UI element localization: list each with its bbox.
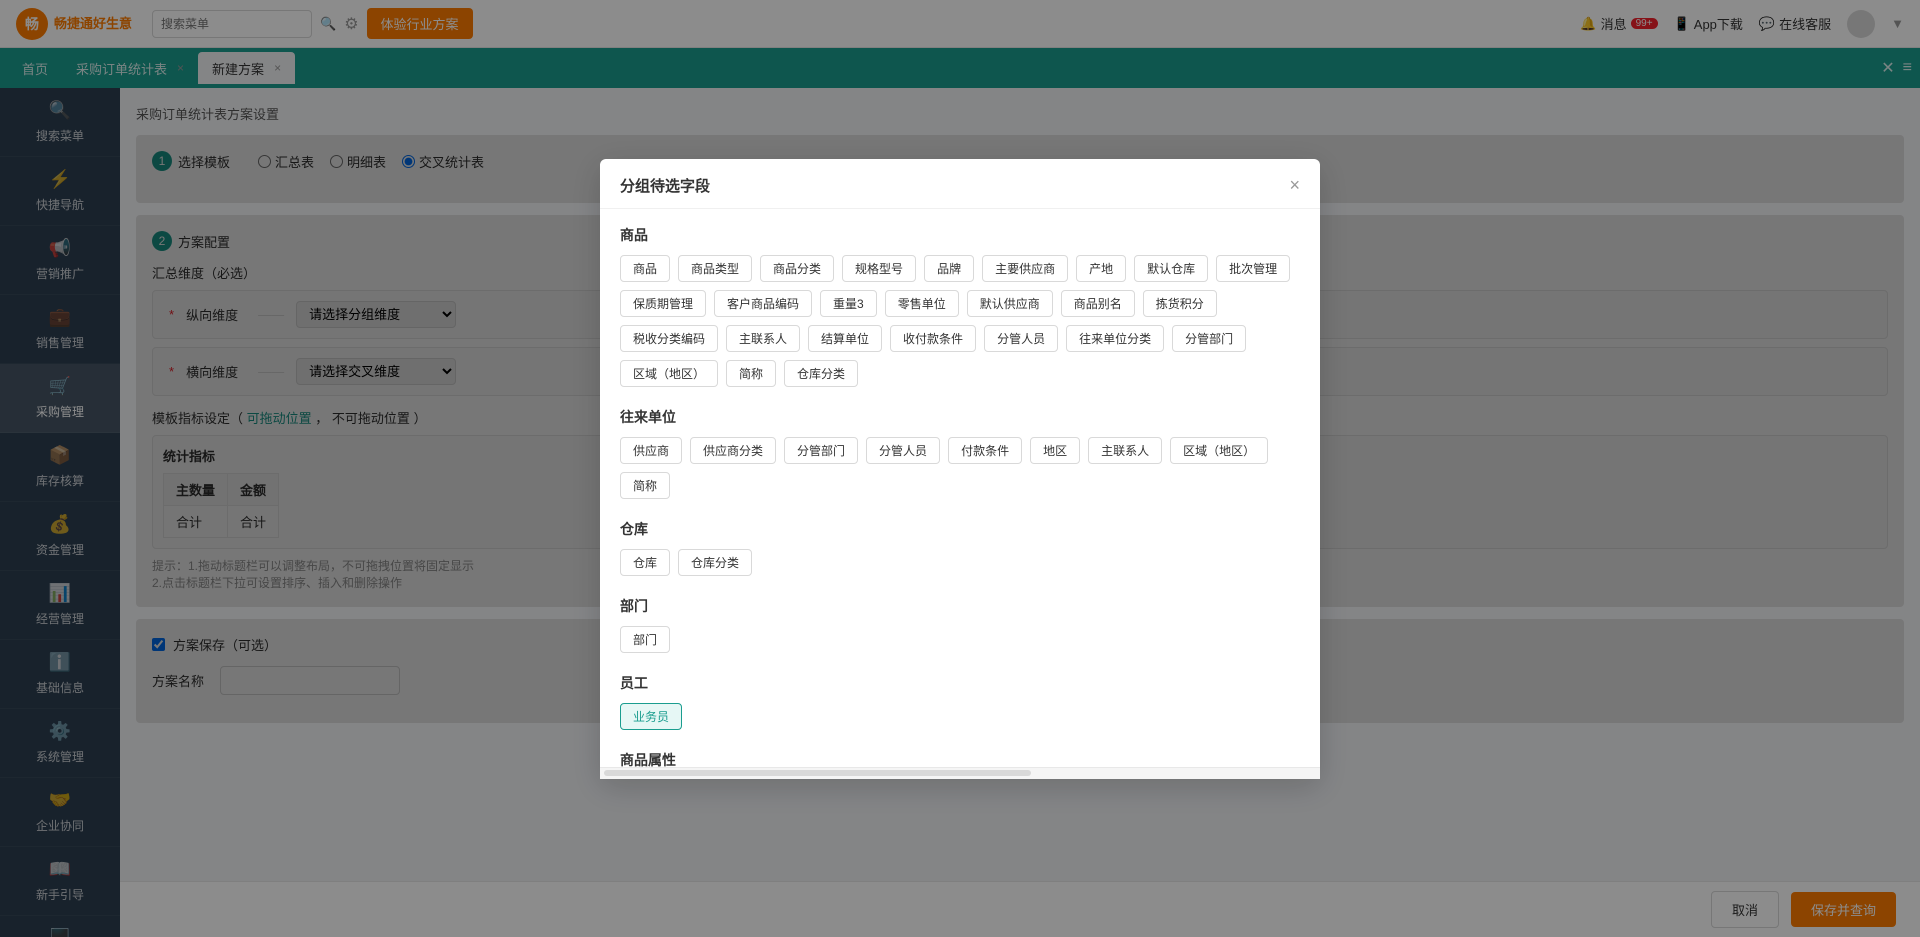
section-title-warehouse: 仓库 <box>620 519 1300 539</box>
field-tag[interactable]: 仓库分类 <box>784 360 858 387</box>
field-tags-warehouse: 仓库仓库分类 <box>620 549 1300 576</box>
field-tag[interactable]: 商品分类 <box>760 255 834 282</box>
field-tag[interactable]: 重量3 <box>820 290 877 317</box>
field-tag[interactable]: 往来单位分类 <box>1066 325 1164 352</box>
field-tag[interactable]: 税收分类编码 <box>620 325 718 352</box>
field-tag[interactable]: 区域（地区） <box>620 360 718 387</box>
section-title-partner: 往来单位 <box>620 407 1300 427</box>
dialog-body[interactable]: 商品商品商品类型商品分类规格型号品牌主要供应商产地默认仓库批次管理保质期管理客户… <box>600 209 1320 767</box>
field-tag[interactable]: 分管部门 <box>1172 325 1246 352</box>
field-tag[interactable]: 商品别名 <box>1061 290 1135 317</box>
field-tag[interactable]: 收付款条件 <box>890 325 976 352</box>
dialog-scrollbar-thumb <box>604 770 1031 776</box>
field-tag[interactable]: 默认仓库 <box>1134 255 1208 282</box>
section-title-product_attr: 商品属性 <box>620 750 1300 767</box>
field-tag[interactable]: 简称 <box>620 472 670 499</box>
modal-overlay: 分组待选字段 × 商品商品商品类型商品分类规格型号品牌主要供应商产地默认仓库批次… <box>0 0 1920 937</box>
field-tag[interactable]: 业务员 <box>620 703 682 730</box>
field-tag[interactable]: 产地 <box>1076 255 1126 282</box>
field-tags-product: 商品商品类型商品分类规格型号品牌主要供应商产地默认仓库批次管理保质期管理客户商品… <box>620 255 1300 387</box>
section-title-department: 部门 <box>620 596 1300 616</box>
field-tag[interactable]: 付款条件 <box>948 437 1022 464</box>
field-tag[interactable]: 保质期管理 <box>620 290 706 317</box>
field-tag[interactable]: 客户商品编码 <box>714 290 812 317</box>
section-department: 部门部门 <box>620 596 1300 653</box>
field-tag[interactable]: 批次管理 <box>1216 255 1290 282</box>
field-tag[interactable]: 规格型号 <box>842 255 916 282</box>
field-tag[interactable]: 分管人员 <box>866 437 940 464</box>
field-tag[interactable]: 结算单位 <box>808 325 882 352</box>
field-tag[interactable]: 仓库分类 <box>678 549 752 576</box>
field-tags-department: 部门 <box>620 626 1300 653</box>
dialog: 分组待选字段 × 商品商品商品类型商品分类规格型号品牌主要供应商产地默认仓库批次… <box>600 159 1320 779</box>
section-product: 商品商品商品类型商品分类规格型号品牌主要供应商产地默认仓库批次管理保质期管理客户… <box>620 225 1300 387</box>
field-tag[interactable]: 主要供应商 <box>982 255 1068 282</box>
dialog-scrollbar <box>600 767 1320 779</box>
field-tag[interactable]: 供应商 <box>620 437 682 464</box>
field-tag[interactable]: 品牌 <box>924 255 974 282</box>
field-tag[interactable]: 零售单位 <box>885 290 959 317</box>
field-tag[interactable]: 分管人员 <box>984 325 1058 352</box>
field-tag[interactable]: 地区 <box>1030 437 1080 464</box>
field-tag[interactable]: 默认供应商 <box>967 290 1053 317</box>
section-title-product: 商品 <box>620 225 1300 245</box>
field-tags-employee: 业务员 <box>620 703 1300 730</box>
field-tag[interactable]: 部门 <box>620 626 670 653</box>
field-tag[interactable]: 分管部门 <box>784 437 858 464</box>
field-tag[interactable]: 区域（地区） <box>1170 437 1268 464</box>
section-title-employee: 员工 <box>620 673 1300 693</box>
field-tag[interactable]: 主联系人 <box>726 325 800 352</box>
field-tag[interactable]: 商品 <box>620 255 670 282</box>
section-partner: 往来单位供应商供应商分类分管部门分管人员付款条件地区主联系人区域（地区） 简称 <box>620 407 1300 499</box>
field-tags-partner: 供应商供应商分类分管部门分管人员付款条件地区主联系人区域（地区） 简称 <box>620 437 1300 499</box>
section-product_attr: 商品属性属性颜色多规格尺码鞋码1 <box>620 750 1300 767</box>
section-employee: 员工业务员 <box>620 673 1300 730</box>
field-tag[interactable]: 商品类型 <box>678 255 752 282</box>
field-tag[interactable]: 主联系人 <box>1088 437 1162 464</box>
dialog-title: 分组待选字段 <box>620 175 710 196</box>
field-tag[interactable]: 仓库 <box>620 549 670 576</box>
dialog-close-btn[interactable]: × <box>1289 176 1300 194</box>
field-tag[interactable]: 简称 <box>726 360 776 387</box>
field-tag[interactable]: 供应商分类 <box>690 437 776 464</box>
section-warehouse: 仓库仓库仓库分类 <box>620 519 1300 576</box>
dialog-header: 分组待选字段 × <box>600 159 1320 209</box>
field-tag[interactable]: 拣货积分 <box>1143 290 1217 317</box>
